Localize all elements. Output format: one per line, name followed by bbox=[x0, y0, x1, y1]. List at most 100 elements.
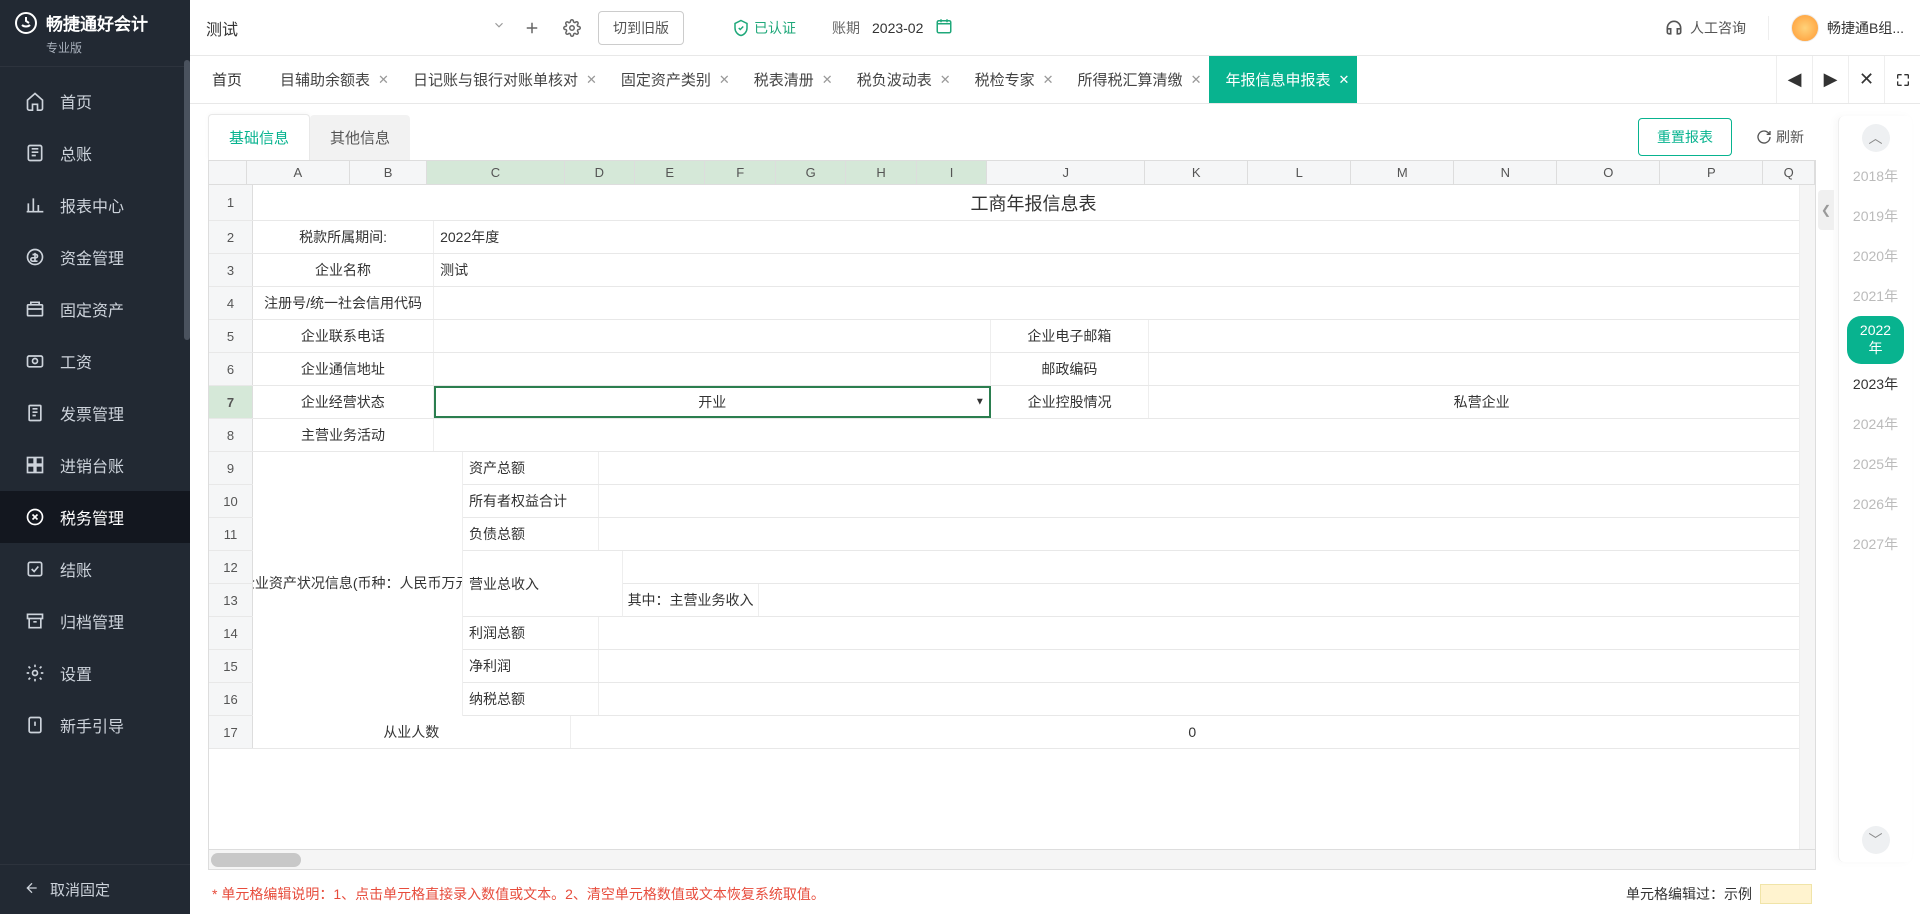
subtab-other[interactable]: 其他信息 bbox=[310, 115, 410, 160]
row-header[interactable]: 7 bbox=[209, 386, 253, 418]
year-item[interactable]: 2019年 bbox=[1839, 196, 1912, 236]
close-icon[interactable]: ✕ bbox=[584, 70, 599, 90]
year-next-button[interactable]: ﹀ bbox=[1862, 826, 1890, 854]
row-header[interactable]: 3 bbox=[209, 254, 253, 286]
tab[interactable]: 税检专家✕ bbox=[959, 56, 1062, 103]
column-header[interactable]: M bbox=[1351, 161, 1454, 184]
tab[interactable]: 税表清册✕ bbox=[738, 56, 841, 103]
cell[interactable] bbox=[1149, 353, 1815, 385]
sidebar-item-stock[interactable]: 进销台账 bbox=[0, 439, 190, 491]
tab[interactable]: 税负波动表✕ bbox=[841, 56, 959, 103]
cell[interactable]: 私营企业 bbox=[1149, 386, 1815, 418]
row-header[interactable]: 9 bbox=[209, 452, 253, 484]
calendar-icon[interactable] bbox=[935, 17, 953, 38]
tab[interactable]: 所得税汇算清缴✕ bbox=[1062, 56, 1210, 103]
add-company-button[interactable] bbox=[518, 14, 546, 42]
row-header[interactable]: 2 bbox=[209, 221, 253, 253]
row-header[interactable]: 13 bbox=[209, 584, 253, 616]
year-item[interactable]: 2026年 bbox=[1839, 484, 1912, 524]
cell[interactable]: 2022年度 bbox=[434, 221, 1815, 253]
subtab-basic[interactable]: 基础信息 bbox=[208, 114, 310, 160]
column-header[interactable]: O bbox=[1557, 161, 1660, 184]
tab-home[interactable]: 首页 bbox=[190, 56, 264, 103]
refresh-button[interactable]: 刷新 bbox=[1744, 119, 1816, 155]
cell[interactable]: 企业经营状态 bbox=[253, 386, 434, 418]
cell[interactable] bbox=[599, 650, 1815, 682]
sidebar-item-ledger[interactable]: 总账 bbox=[0, 127, 190, 179]
cell[interactable] bbox=[434, 287, 1815, 319]
column-header[interactable]: G bbox=[776, 161, 846, 184]
cell[interactable]: 企业控股情况 bbox=[991, 386, 1150, 418]
row-header[interactable]: 11 bbox=[209, 518, 253, 550]
column-header[interactable]: J bbox=[987, 161, 1145, 184]
column-header[interactable]: N bbox=[1454, 161, 1557, 184]
cell[interactable] bbox=[434, 419, 1815, 451]
cell[interactable] bbox=[599, 683, 1815, 715]
cell[interactable]: 所有者权益合计 bbox=[463, 485, 599, 517]
sidebar-item-setting[interactable]: 设置 bbox=[0, 647, 190, 699]
year-item[interactable]: 2021年 bbox=[1839, 276, 1912, 316]
cell[interactable] bbox=[599, 452, 1815, 484]
close-icon[interactable]: ✕ bbox=[1336, 70, 1351, 90]
row-header[interactable]: 14 bbox=[209, 617, 253, 649]
row-header[interactable]: 15 bbox=[209, 650, 253, 682]
cell[interactable]: 其中：主营业务收入 bbox=[623, 584, 759, 616]
row-header[interactable]: 8 bbox=[209, 419, 253, 451]
company-selector[interactable]: 测试 bbox=[206, 16, 506, 40]
close-icon[interactable]: ✕ bbox=[376, 70, 391, 90]
switch-old-version-button[interactable]: 切到旧版 bbox=[598, 11, 684, 45]
column-header[interactable]: B bbox=[350, 161, 427, 184]
reset-report-button[interactable]: 重置报表 bbox=[1638, 118, 1732, 156]
close-icon[interactable]: ✕ bbox=[1041, 70, 1056, 90]
sheet-title[interactable]: 工商年报信息表 bbox=[253, 185, 1815, 220]
sidebar-item-close[interactable]: 结账 bbox=[0, 543, 190, 595]
cell[interactable] bbox=[434, 353, 991, 385]
cell[interactable]: 税款所属期间: bbox=[253, 221, 434, 253]
unpin-button[interactable]: 取消固定 bbox=[0, 864, 190, 914]
cell[interactable]: 测试 bbox=[434, 254, 1815, 286]
cell[interactable]: 主营业务活动 bbox=[253, 419, 434, 451]
cell[interactable] bbox=[599, 518, 1815, 550]
cell[interactable]: 利润总额 bbox=[463, 617, 599, 649]
support-button[interactable]: 人工咨询 bbox=[1664, 18, 1746, 38]
cell[interactable]: 企业电子邮箱 bbox=[991, 320, 1150, 352]
tab[interactable]: 年报信息申报表✕ bbox=[1209, 56, 1357, 103]
row-header[interactable]: 1 bbox=[209, 185, 253, 220]
dropdown-icon[interactable]: ▼ bbox=[975, 397, 985, 408]
close-icon[interactable]: ✕ bbox=[717, 70, 732, 90]
column-header[interactable]: A bbox=[247, 161, 350, 184]
column-header[interactable]: C bbox=[427, 161, 564, 184]
fullscreen-button[interactable] bbox=[1884, 56, 1920, 103]
cell[interactable] bbox=[623, 551, 1815, 583]
cell[interactable]: 企业联系电话 bbox=[253, 320, 434, 352]
year-item[interactable]: 2020年 bbox=[1839, 236, 1912, 276]
cell[interactable]: 企业名称 bbox=[253, 254, 434, 286]
year-item[interactable]: 2023年 bbox=[1839, 364, 1912, 404]
close-icon[interactable]: ✕ bbox=[938, 70, 953, 90]
close-icon[interactable]: ✕ bbox=[820, 70, 835, 90]
settings-button[interactable] bbox=[558, 14, 586, 42]
cell[interactable] bbox=[599, 485, 1815, 517]
sidebar-item-fund[interactable]: 资金管理 bbox=[0, 231, 190, 283]
row-header[interactable]: 16 bbox=[209, 683, 253, 715]
cell[interactable] bbox=[599, 617, 1815, 649]
column-header[interactable]: Q bbox=[1763, 161, 1815, 184]
cell[interactable]: 资产总额 bbox=[463, 452, 599, 484]
select-all-corner[interactable] bbox=[209, 161, 247, 184]
column-header[interactable]: F bbox=[705, 161, 775, 184]
cell[interactable]: 企业通信地址 bbox=[253, 353, 434, 385]
column-header[interactable]: L bbox=[1248, 161, 1351, 184]
cell[interactable]: 注册号/统一社会信用代码 bbox=[253, 287, 434, 319]
grid-vertical-scrollbar[interactable] bbox=[1799, 185, 1815, 849]
close-icon[interactable]: ✕ bbox=[1189, 70, 1204, 90]
cell[interactable]: 营业总收入 bbox=[463, 551, 623, 617]
cell[interactable]: 从业人数 bbox=[253, 716, 571, 748]
active-cell[interactable]: 开业▼ bbox=[434, 386, 991, 418]
tab[interactable]: 目辅助余额表✕ bbox=[264, 56, 397, 103]
sidebar-item-guide[interactable]: 新手引导 bbox=[0, 699, 190, 751]
tab-close-button[interactable]: ✕ bbox=[1848, 56, 1884, 103]
year-item[interactable]: 2025年 bbox=[1839, 444, 1912, 484]
cell[interactable]: 净利润 bbox=[463, 650, 599, 682]
column-header[interactable]: H bbox=[846, 161, 916, 184]
collapse-year-rail[interactable]: ❮ bbox=[1818, 190, 1834, 230]
